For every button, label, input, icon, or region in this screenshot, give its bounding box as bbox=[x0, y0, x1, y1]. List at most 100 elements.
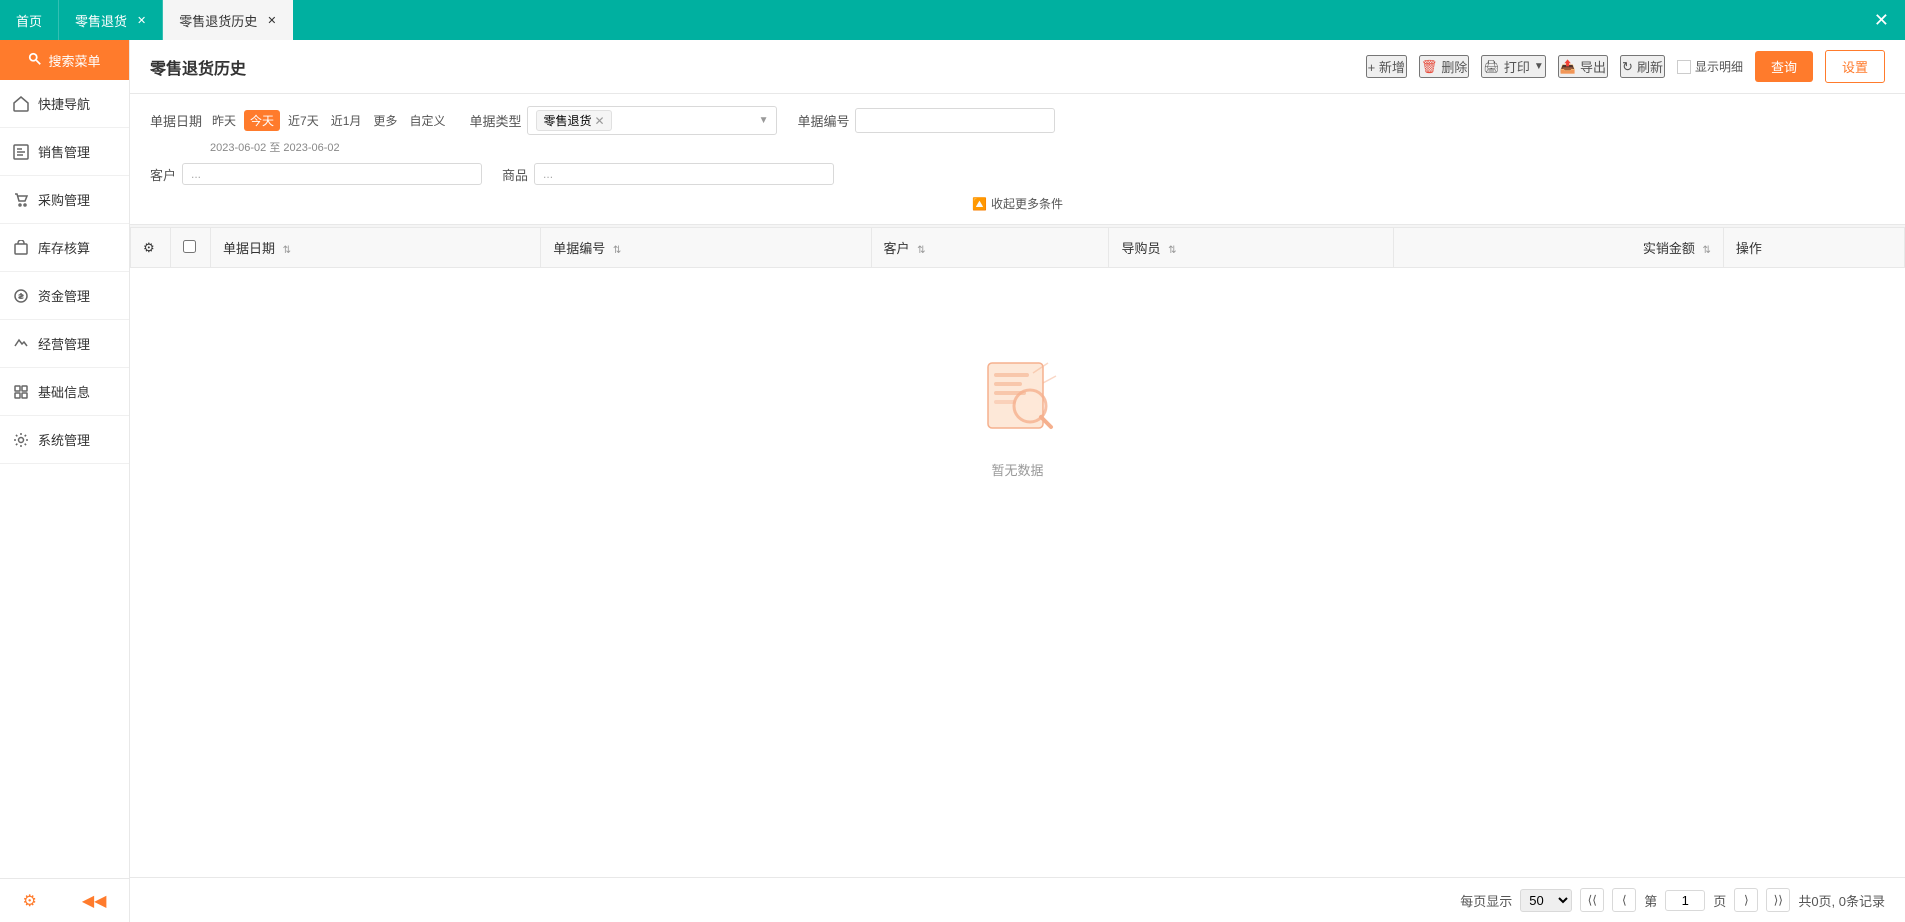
th-date-label: 单据日期 bbox=[223, 241, 275, 256]
refresh-button-label: 刷新 bbox=[1637, 57, 1663, 76]
customer-filter: 客户 ... bbox=[150, 163, 482, 185]
empty-text: 暂无数据 bbox=[991, 460, 1043, 479]
goods-filter: 商品 ... bbox=[502, 163, 834, 185]
date-opt-1month[interactable]: 近1月 bbox=[327, 110, 366, 131]
volume-button[interactable]: ◀◀ bbox=[82, 891, 107, 911]
tab-retail-return-close[interactable]: ✕ bbox=[137, 14, 146, 27]
settings-gear-icon[interactable]: ⚙ bbox=[143, 240, 155, 255]
show-detail-label[interactable]: 显示明细 bbox=[1677, 58, 1743, 75]
sidebar-item-purchase[interactable]: 采购管理 bbox=[0, 176, 129, 224]
th-checkbox[interactable] bbox=[171, 228, 211, 268]
search-icon bbox=[28, 52, 42, 69]
tab-home[interactable]: 首页 bbox=[0, 0, 59, 40]
th-guide-sort-icon[interactable]: ⇅ bbox=[1168, 245, 1176, 256]
th-number-sort-icon[interactable]: ⇅ bbox=[613, 245, 621, 256]
system-icon bbox=[12, 431, 30, 449]
date-opt-more[interactable]: 更多 bbox=[369, 110, 401, 131]
print-icon: 🖨 bbox=[1483, 59, 1500, 75]
page-input[interactable] bbox=[1665, 890, 1705, 911]
type-tag-label: 零售退货 bbox=[543, 112, 591, 129]
th-guide-label: 导购员 bbox=[1121, 241, 1160, 256]
sidebar-item-sales-label: 销售管理 bbox=[38, 142, 90, 161]
table-container: ⚙ 单据日期 ⇅ 单据编号 ⇅ bbox=[130, 227, 1905, 877]
date-opt-custom[interactable]: 自定义 bbox=[405, 110, 449, 131]
collapse-button[interactable]: 🔼 收起更多条件 bbox=[972, 195, 1063, 212]
sidebar-item-quick-nav[interactable]: 快捷导航 bbox=[0, 80, 129, 128]
th-amount-sort-icon[interactable]: ⇅ bbox=[1702, 245, 1710, 256]
sidebar-menu: 快捷导航 销售管理 采购管理 库存核算 bbox=[0, 80, 129, 878]
query-button[interactable]: 查询 bbox=[1755, 51, 1813, 82]
next-page-button[interactable]: ⟩ bbox=[1734, 888, 1758, 912]
sidebar-item-basic[interactable]: 基础信息 bbox=[0, 368, 129, 416]
customer-input[interactable]: ... bbox=[182, 163, 482, 185]
type-dropdown-icon[interactable]: ▼ bbox=[759, 115, 769, 126]
sidebar-item-finance[interactable]: 资金管理 bbox=[0, 272, 129, 320]
sidebar-item-system[interactable]: 系统管理 bbox=[0, 416, 129, 464]
number-filter-label: 单据编号 bbox=[797, 111, 849, 130]
th-guide[interactable]: 导购员 ⇅ bbox=[1109, 228, 1393, 268]
tab-retail-return-history[interactable]: 零售退货历史 ✕ bbox=[163, 0, 293, 40]
add-button[interactable]: + 新增 bbox=[1366, 55, 1407, 78]
sidebar-item-quick-nav-label: 快捷导航 bbox=[38, 94, 90, 113]
th-date-sort-icon[interactable]: ⇅ bbox=[283, 245, 291, 256]
table-body: 暂无数据 bbox=[131, 268, 1905, 560]
date-opt-today[interactable]: 今天 bbox=[244, 110, 280, 131]
basic-icon bbox=[12, 383, 30, 401]
goods-filter-label: 商品 bbox=[502, 165, 528, 184]
home-icon bbox=[12, 95, 30, 113]
sidebar-item-operation[interactable]: 经营管理 bbox=[0, 320, 129, 368]
settings-button[interactable]: 设置 bbox=[1825, 50, 1885, 83]
show-detail-checkbox[interactable] bbox=[1677, 60, 1691, 74]
print-button[interactable]: 🖨 打印 ▼ bbox=[1481, 55, 1545, 78]
purchase-icon bbox=[12, 191, 30, 209]
window-close-button[interactable]: ✕ bbox=[1858, 10, 1905, 31]
export-button[interactable]: 📤 导出 bbox=[1558, 55, 1608, 78]
page-unit: 页 bbox=[1713, 891, 1726, 910]
th-amount[interactable]: 实销金额 ⇅ bbox=[1393, 228, 1723, 268]
gear-button[interactable]: ⚙ bbox=[23, 891, 37, 911]
refresh-icon: ↻ bbox=[1622, 59, 1633, 75]
refresh-button[interactable]: ↻ 刷新 bbox=[1620, 55, 1665, 78]
type-input[interactable]: 零售退货 ✕ ▼ bbox=[527, 106, 777, 135]
header-actions: + 新增 🗑 删除 🖨 打印 ▼ 📤 导出 ↻ 刷新 bbox=[1366, 50, 1885, 83]
goods-placeholder: ... bbox=[543, 167, 553, 181]
sidebar-item-finance-label: 资金管理 bbox=[38, 286, 90, 305]
th-settings[interactable]: ⚙ bbox=[131, 228, 171, 268]
show-detail-text: 显示明细 bbox=[1695, 58, 1743, 75]
table-header-row: ⚙ 单据日期 ⇅ 单据编号 ⇅ bbox=[131, 228, 1905, 268]
prev-page-button[interactable]: ⟨ bbox=[1612, 888, 1636, 912]
number-input[interactable] bbox=[855, 108, 1055, 133]
sidebar-item-operation-label: 经营管理 bbox=[38, 334, 90, 353]
content-area: 零售退货历史 + 新增 🗑 删除 🖨 打印 ▼ 📤 导出 bbox=[130, 40, 1905, 922]
main-layout: 搜索菜单 快捷导航 销售管理 采购管理 bbox=[0, 40, 1905, 922]
th-number[interactable]: 单据编号 ⇅ bbox=[541, 228, 871, 268]
page-label: 第 bbox=[1644, 891, 1657, 910]
last-page-button[interactable]: ⟩⟩ bbox=[1766, 888, 1790, 912]
th-customer[interactable]: 客户 ⇅ bbox=[871, 228, 1109, 268]
sidebar-search[interactable]: 搜索菜单 bbox=[0, 40, 129, 80]
top-bar: 首页 零售退货 ✕ 零售退货历史 ✕ ✕ bbox=[0, 0, 1905, 40]
collapse-row: 🔼 收起更多条件 bbox=[150, 195, 1885, 212]
delete-button[interactable]: 🗑 删除 bbox=[1419, 55, 1470, 78]
first-page-button[interactable]: ⟨⟨ bbox=[1580, 888, 1604, 912]
sales-icon bbox=[12, 143, 30, 161]
type-tag-close[interactable]: ✕ bbox=[594, 114, 604, 128]
th-date[interactable]: 单据日期 ⇅ bbox=[211, 228, 541, 268]
tab-retail-return[interactable]: 零售退货 ✕ bbox=[59, 0, 163, 40]
data-table: ⚙ 单据日期 ⇅ 单据编号 ⇅ bbox=[130, 227, 1905, 559]
date-filter: 单据日期 昨天 今天 近7天 近1月 更多 自定义 bbox=[150, 110, 449, 131]
date-opt-yesterday[interactable]: 昨天 bbox=[208, 110, 240, 131]
filter-area: 单据日期 昨天 今天 近7天 近1月 更多 自定义 单据类型 bbox=[130, 94, 1905, 225]
delete-icon: 🗑 bbox=[1421, 59, 1438, 75]
sidebar-bottom: ⚙ ◀◀ bbox=[0, 878, 129, 922]
th-customer-sort-icon[interactable]: ⇅ bbox=[917, 245, 925, 256]
sidebar-item-inventory[interactable]: 库存核算 bbox=[0, 224, 129, 272]
tab-retail-return-history-close[interactable]: ✕ bbox=[267, 14, 276, 27]
select-all-checkbox[interactable] bbox=[183, 240, 196, 253]
operation-icon bbox=[12, 335, 30, 353]
per-page-select[interactable]: 10 20 50 100 bbox=[1520, 889, 1572, 912]
date-opt-7days[interactable]: 近7天 bbox=[284, 110, 323, 131]
sidebar-item-sales[interactable]: 销售管理 bbox=[0, 128, 129, 176]
export-icon: 📤 bbox=[1560, 59, 1576, 75]
goods-input[interactable]: ... bbox=[534, 163, 834, 185]
